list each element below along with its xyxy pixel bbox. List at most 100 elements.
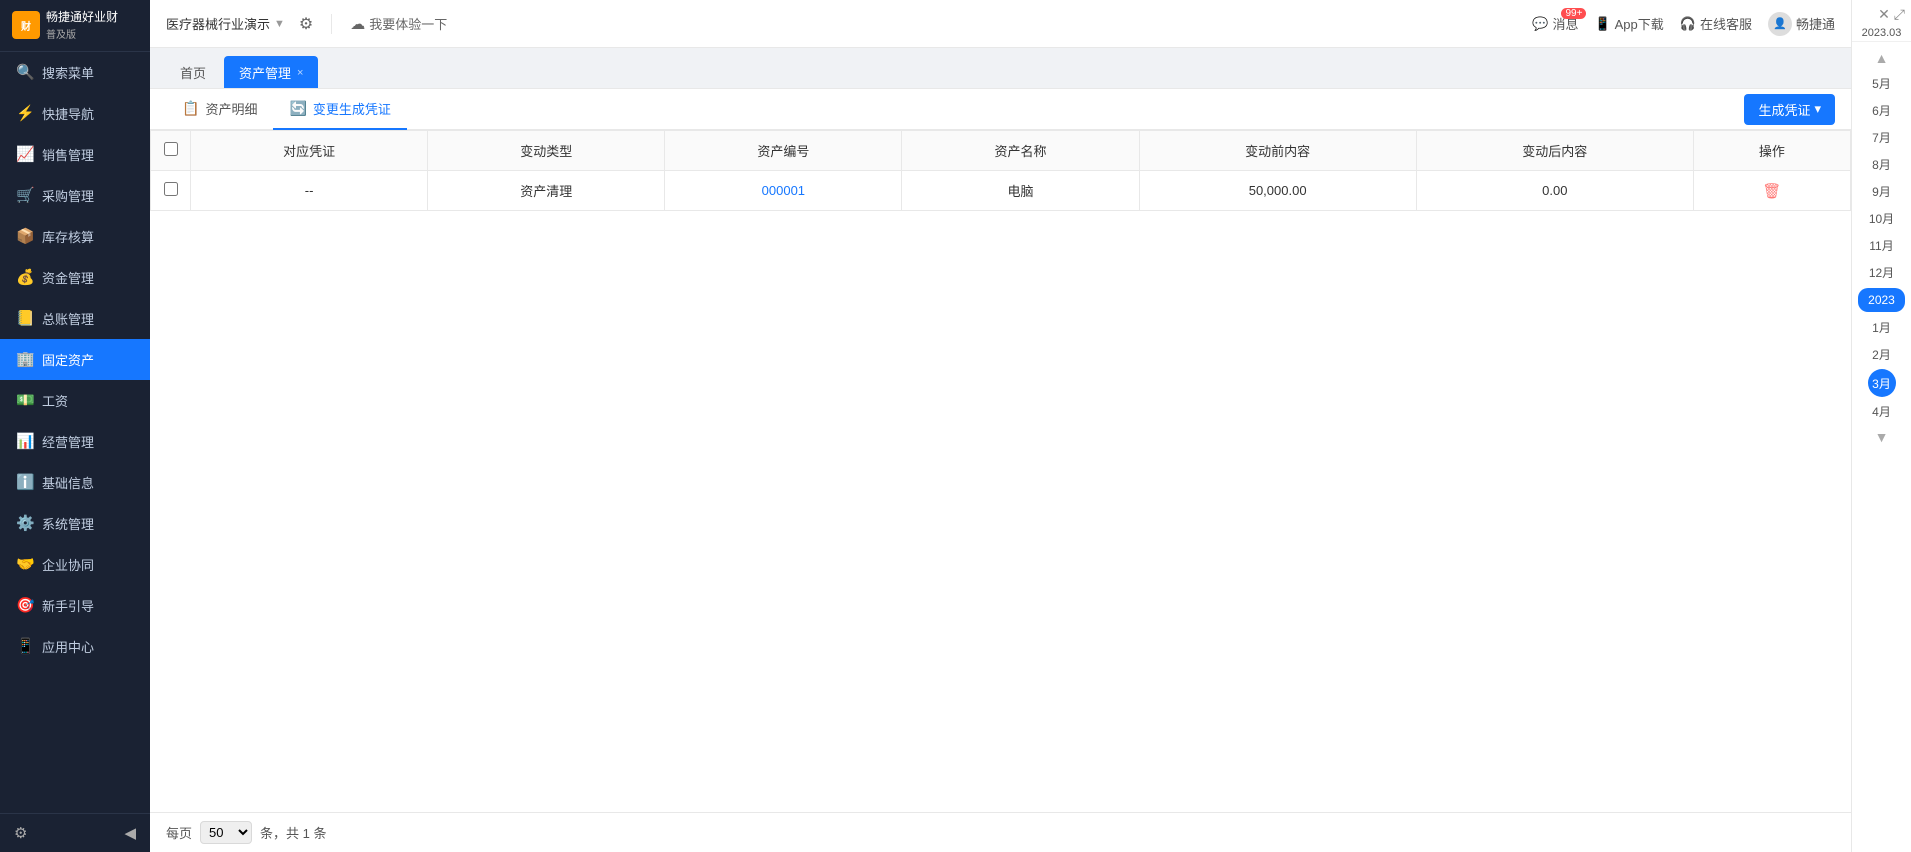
topbar: 医疗器械行业演示 ▼ ⚙ ☁ 我要体验一下 💬 消息 99+ 📱 App下载 🎧… <box>150 0 1851 48</box>
sidebar-icon-system: ⚙️ <box>16 514 34 532</box>
sidebar-label-purchase: 采购管理 <box>42 186 94 205</box>
timeline-month[interactable]: 9月 <box>1852 178 1911 205</box>
sidebar-label-quick-nav: 快捷导航 <box>42 104 94 123</box>
timeline-month[interactable]: 3月 <box>1868 369 1896 397</box>
col-action: 操作 <box>1693 131 1850 171</box>
sidebar-item-app-center[interactable]: 📱 应用中心 <box>0 626 150 667</box>
sidebar-icon-app-center: 📱 <box>16 637 34 655</box>
sub-tab-change-voucher-label: 变更生成凭证 <box>313 99 391 118</box>
sidebar-item-system[interactable]: ⚙️ 系统管理 <box>0 503 150 544</box>
sidebar-label-base-info: 基础信息 <box>42 473 94 492</box>
app-download-icon: 📱 <box>1594 16 1610 32</box>
timeline-month[interactable]: 1月 <box>1852 314 1911 341</box>
per-page-select[interactable]: 102050100 <box>200 821 252 844</box>
timeline-month[interactable]: 5月 <box>1852 70 1911 97</box>
col-voucher: 对应凭证 <box>191 131 428 171</box>
timeline-month[interactable]: 6月 <box>1852 97 1911 124</box>
row-change-type: 资产清理 <box>428 171 665 211</box>
customer-service-button[interactable]: 🎧 在线客服 <box>1680 14 1752 33</box>
tab-home[interactable]: 首页 <box>166 57 220 88</box>
company-selector[interactable]: 医疗器械行业演示 ▼ <box>166 14 285 33</box>
select-all-checkbox[interactable] <box>164 142 178 156</box>
timeline-month[interactable]: 11月 <box>1852 232 1911 259</box>
sidebar-item-sales[interactable]: 📈 销售管理 <box>0 134 150 175</box>
company-arrow-icon: ▼ <box>274 18 285 30</box>
row-after-change: 0.00 <box>1416 171 1693 211</box>
total-count-label: 条，共 1 条 <box>260 823 326 842</box>
right-panel: ✕ ⤢ 2023.03 ▲5月6月7月8月9月10月11月12月20231月2月… <box>1851 0 1911 852</box>
page-content: 📋 资产明细 🔄 变更生成凭证 生成凭证 ▾ <box>150 89 1851 852</box>
sidebar-item-enterprise[interactable]: 🤝 企业协同 <box>0 544 150 585</box>
settings-icon[interactable]: ⚙ <box>14 824 27 842</box>
messages-button[interactable]: 💬 消息 99+ <box>1532 14 1578 33</box>
sidebar-label-enterprise: 企业协同 <box>42 555 94 574</box>
sidebar-item-inventory[interactable]: 📦 库存核算 <box>0 216 150 257</box>
right-panel-close-icon[interactable]: ✕ <box>1878 6 1890 23</box>
messages-badge: 99+ <box>1561 8 1586 19</box>
timeline-up-button[interactable]: ▲ <box>1871 46 1893 70</box>
tab-asset-management[interactable]: 资产管理 × <box>224 56 318 88</box>
timeline-month[interactable]: 10月 <box>1852 205 1911 232</box>
sidebar-footer: ⚙ ◀ <box>0 813 150 852</box>
sidebar-nav: 🔍 搜索菜单 ⚡ 快捷导航 📈 销售管理 🛒 采购管理 📦 库存核算 💰 资金管… <box>0 52 150 813</box>
sidebar-label-payroll: 工资 <box>42 391 68 410</box>
sidebar-item-quick-nav[interactable]: ⚡ 快捷导航 <box>0 93 150 134</box>
sidebar-icon-ledger: 📒 <box>16 309 34 327</box>
sidebar-item-operations[interactable]: 📊 经营管理 <box>0 421 150 462</box>
topbar-right: 💬 消息 99+ 📱 App下载 🎧 在线客服 👤 畅捷通 <box>1532 12 1835 36</box>
right-panel-header: ✕ ⤢ <box>1852 0 1911 23</box>
sidebar-item-payroll[interactable]: 💵 工资 <box>0 380 150 421</box>
app-download-label: App下载 <box>1615 14 1664 33</box>
sidebar-icon-funds: 💰 <box>16 268 34 286</box>
row-checkbox[interactable] <box>164 182 178 196</box>
sidebar: 财 畅捷通好业财 普及版 🔍 搜索菜单 ⚡ 快捷导航 📈 销售管理 🛒 采购管理… <box>0 0 150 852</box>
right-panel-year-month: 2023.03 <box>1852 23 1911 42</box>
generate-voucher-button[interactable]: 生成凭证 ▾ <box>1744 94 1835 125</box>
sidebar-item-fixed-assets[interactable]: 🏢 固定资产 <box>0 339 150 380</box>
tab-asset-management-label: 资产管理 <box>239 63 291 82</box>
timeline-month[interactable]: 7月 <box>1852 124 1911 151</box>
sidebar-icon-guide: 🎯 <box>16 596 34 614</box>
col-change-type: 变动类型 <box>428 131 665 171</box>
main-wrapper: 医疗器械行业演示 ▼ ⚙ ☁ 我要体验一下 💬 消息 99+ 📱 App下载 🎧… <box>150 0 1851 852</box>
settings-icon[interactable]: ⚙ <box>299 14 313 34</box>
app-download-button[interactable]: 📱 App下载 <box>1594 14 1663 33</box>
user-menu[interactable]: 👤 畅捷通 <box>1768 12 1835 36</box>
timeline-month[interactable]: 4月 <box>1852 398 1911 425</box>
trial-icon: ☁ <box>350 15 365 33</box>
per-page-label: 每页 <box>166 823 192 842</box>
sidebar-item-ledger[interactable]: 📒 总账管理 <box>0 298 150 339</box>
sidebar-item-guide[interactable]: 🎯 新手引导 <box>0 585 150 626</box>
collapse-icon[interactable]: ◀ <box>124 824 136 842</box>
sub-tab-change-voucher[interactable]: 🔄 变更生成凭证 <box>273 89 406 130</box>
tab-close-icon[interactable]: × <box>297 67 303 79</box>
sidebar-icon-base-info: ℹ️ <box>16 473 34 491</box>
generate-voucher-arrow-icon: ▾ <box>1814 101 1821 117</box>
user-name: 畅捷通 <box>1796 14 1835 33</box>
sidebar-item-search[interactable]: 🔍 搜索菜单 <box>0 52 150 93</box>
sidebar-item-base-info[interactable]: ℹ️ 基础信息 <box>0 462 150 503</box>
sub-tab-bar: 📋 资产明细 🔄 变更生成凭证 生成凭证 ▾ <box>150 89 1851 130</box>
trial-label: 我要体验一下 <box>369 14 447 33</box>
timeline-month[interactable]: 8月 <box>1852 151 1911 178</box>
right-panel-expand-icon[interactable]: ⤢ <box>1894 6 1905 23</box>
sub-tab-asset-detail[interactable]: 📋 资产明细 <box>166 89 273 130</box>
col-asset-name: 资产名称 <box>902 131 1139 171</box>
trial-button[interactable]: ☁ 我要体验一下 <box>350 14 447 33</box>
sidebar-label-operations: 经营管理 <box>42 432 94 451</box>
timeline-active-year[interactable]: 2023 <box>1858 288 1905 312</box>
col-checkbox <box>151 131 191 171</box>
row-before-change: 50,000.00 <box>1139 171 1416 211</box>
sidebar-label-guide: 新手引导 <box>42 596 94 615</box>
customer-service-label: 在线客服 <box>1700 14 1752 33</box>
sidebar-icon-inventory: 📦 <box>16 227 34 245</box>
sidebar-label-ledger: 总账管理 <box>42 309 94 328</box>
sidebar-icon-enterprise: 🤝 <box>16 555 34 573</box>
sidebar-item-purchase[interactable]: 🛒 采购管理 <box>0 175 150 216</box>
timeline-month[interactable]: 12月 <box>1852 259 1911 286</box>
sidebar-item-funds[interactable]: 💰 资金管理 <box>0 257 150 298</box>
timeline-down-button[interactable]: ▼ <box>1871 425 1893 449</box>
sidebar-icon-quick-nav: ⚡ <box>16 104 34 122</box>
timeline-month[interactable]: 2月 <box>1852 341 1911 368</box>
delete-row-icon[interactable]: 🗑 <box>1762 183 1781 200</box>
